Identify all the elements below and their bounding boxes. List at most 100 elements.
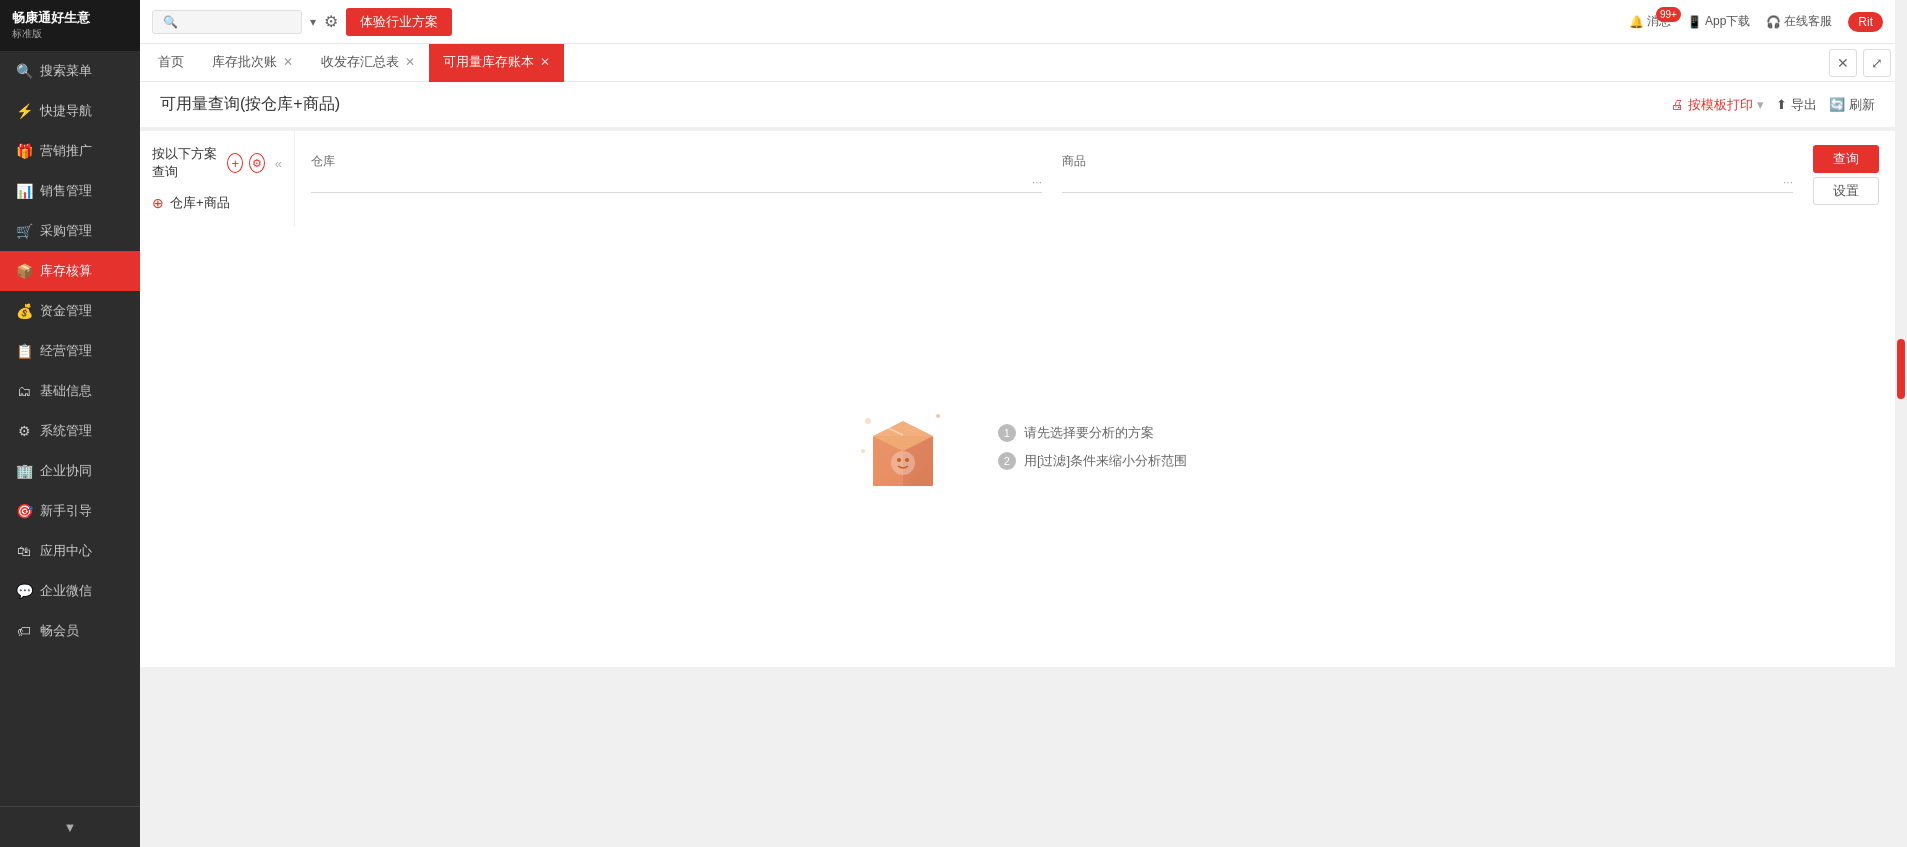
tag-icon: 🏷 [16, 623, 32, 639]
tab-close-icon[interactable]: ✕ [405, 55, 415, 69]
warehouse-more-icon[interactable]: ··· [1032, 175, 1042, 189]
scheme-settings-button[interactable]: ⚙ [249, 153, 265, 173]
right-filter-panel: 仓库 ··· 商品 ··· [295, 131, 1895, 227]
warehouse-input-wrap: ··· [311, 174, 1042, 193]
money-icon: 💰 [16, 303, 32, 319]
topbar-right: 🔔 消息 99+ 📱 App下载 🎧 在线客服 Rit [1629, 12, 1883, 32]
right-scrollbar [1895, 0, 1907, 847]
industry-button[interactable]: 体验行业方案 [346, 8, 452, 36]
sidebar-item-wechat[interactable]: 💬 企业微信 [0, 571, 140, 611]
query-scheme-label: 按以下方案查询 [152, 145, 221, 181]
product-label: 商品 [1062, 153, 1793, 170]
refresh-button[interactable]: 🔄 刷新 [1829, 96, 1875, 114]
product-input[interactable] [1062, 174, 1783, 189]
app-label: App下载 [1705, 13, 1750, 30]
topbar-dropdown[interactable]: ▾ [310, 15, 316, 29]
search-icon: 🔍 [163, 15, 178, 29]
target-icon: 🎯 [16, 503, 32, 519]
sidebar-scroll: 🔍 搜索菜单 ⚡ 快捷导航 🎁 营销推广 📊 销售管理 🛒 采购管理 📦 库存核… [0, 51, 140, 806]
sidebar-item-member[interactable]: 🏷 畅会员 [0, 611, 140, 651]
settings-button[interactable]: 设置 [1813, 177, 1879, 205]
page-header: 可用量查询(按仓库+商品) 🖨 按模板打印 ▾ ⬆ 导出 🔄 刷新 [140, 82, 1895, 127]
sidebar-item-basic[interactable]: 🗂 基础信息 [0, 371, 140, 411]
sidebar-item-label: 库存核算 [40, 262, 92, 280]
query-button[interactable]: 查询 [1813, 145, 1879, 173]
sidebar-item-label: 新手引导 [40, 502, 92, 520]
product-more-icon[interactable]: ··· [1783, 175, 1793, 189]
print-icon: 🖨 [1671, 97, 1684, 112]
topbar-search[interactable]: 🔍 [152, 10, 302, 34]
hint-text-1: 请先选择要分析的方案 [1024, 424, 1154, 442]
tab-label: 收发存汇总表 [321, 53, 399, 71]
svg-point-5 [891, 451, 915, 475]
svg-point-6 [897, 458, 901, 462]
tab-available-ledger[interactable]: 可用量库存账本 ✕ [429, 44, 564, 82]
sidebar-item-label: 基础信息 [40, 382, 92, 400]
sidebar-item-label: 营销推广 [40, 142, 92, 160]
tab-close-icon[interactable]: ✕ [283, 55, 293, 69]
collapse-icon[interactable]: « [275, 156, 282, 171]
left-scheme-panel: 按以下方案查询 + ⚙ « ⊕ 仓库+商品 [140, 131, 295, 227]
empty-hints: 1 请先选择要分析的方案 2 用[过滤]条件来缩小分析范围 [998, 424, 1187, 470]
sidebar-item-operation[interactable]: 📋 经营管理 [0, 331, 140, 371]
gift-icon: 🎁 [16, 143, 32, 159]
empty-state-area: 1 请先选择要分析的方案 2 用[过滤]条件来缩小分析范围 [140, 227, 1895, 667]
customer-service-button[interactable]: 🎧 在线客服 [1766, 13, 1832, 30]
template-print-button[interactable]: 🖨 按模板打印 ▾ [1671, 96, 1764, 114]
tab-batch-ledger[interactable]: 库存批次账 ✕ [198, 44, 307, 82]
sidebar-item-label: 资金管理 [40, 302, 92, 320]
sidebar-header: 畅康通好生意 标准版 [0, 0, 140, 51]
sidebar-item-app-center[interactable]: 🛍 应用中心 [0, 531, 140, 571]
sidebar-item-enterprise[interactable]: 🏢 企业协同 [0, 451, 140, 491]
sidebar-item-sales[interactable]: 📊 销售管理 [0, 171, 140, 211]
empty-state-content: 1 请先选择要分析的方案 2 用[过滤]条件来缩小分析范围 [848, 391, 1187, 504]
app-download-button[interactable]: 📱 App下载 [1687, 13, 1750, 30]
tab-label: 首页 [158, 53, 184, 71]
tab-label: 库存批次账 [212, 53, 277, 71]
template-print-label: 按模板打印 [1688, 96, 1753, 114]
close-tab-button[interactable]: ✕ [1829, 49, 1857, 77]
scrollbar-thumb[interactable] [1897, 339, 1905, 399]
phone-icon: 📱 [1687, 15, 1702, 29]
sidebar-item-label: 快捷导航 [40, 102, 92, 120]
combined-panel: 按以下方案查询 + ⚙ « ⊕ 仓库+商品 仓库 [140, 131, 1895, 227]
tabs-bar: 首页 库存批次账 ✕ 收发存汇总表 ✕ 可用量库存账本 ✕ ✕ ⤢ [140, 44, 1895, 82]
add-scheme-button[interactable]: + [227, 153, 243, 173]
sidebar-item-inventory[interactable]: 📦 库存核算 [0, 251, 140, 291]
box-icon: 📦 [16, 263, 32, 279]
hint-number-1: 1 [998, 424, 1016, 442]
message-button[interactable]: 🔔 消息 99+ [1629, 13, 1671, 30]
sidebar-item-finance[interactable]: 💰 资金管理 [0, 291, 140, 331]
sidebar-item-marketing[interactable]: 🎁 营销推广 [0, 131, 140, 171]
tab-home[interactable]: 首页 [144, 44, 198, 82]
scheme-item-warehouse-product[interactable]: ⊕ 仓库+商品 [140, 187, 294, 219]
hint-text-2: 用[过滤]条件来缩小分析范围 [1024, 452, 1187, 470]
cart-icon: 🛒 [16, 223, 32, 239]
svg-point-9 [936, 414, 940, 418]
chart-icon: 📊 [16, 183, 32, 199]
bell-icon: 🔔 [1629, 15, 1644, 29]
folder-icon: 🗂 [16, 383, 32, 399]
sidebar-scroll-down[interactable]: ▼ [0, 815, 140, 839]
sidebar-item-system[interactable]: ⚙ 系统管理 [0, 411, 140, 451]
lsp-header: 按以下方案查询 + ⚙ « [140, 139, 294, 187]
sidebar-item-purchase[interactable]: 🛒 采购管理 [0, 211, 140, 251]
export-button[interactable]: ⬆ 导出 [1776, 96, 1817, 114]
product-field: 商品 ··· [1062, 153, 1793, 193]
filter-row: 仓库 ··· 商品 ··· [311, 141, 1879, 205]
tab-label: 可用量库存账本 [443, 53, 534, 71]
hint-item-1: 1 请先选择要分析的方案 [998, 424, 1187, 442]
tab-close-icon[interactable]: ✕ [540, 55, 550, 69]
building-icon: 🏢 [16, 463, 32, 479]
sidebar-item-quick-nav[interactable]: ⚡ 快捷导航 [0, 91, 140, 131]
page-title: 可用量查询(按仓库+商品) [160, 94, 340, 115]
topbar-gear-icon[interactable]: ⚙ [324, 12, 338, 31]
warehouse-input[interactable] [311, 174, 1032, 189]
sidebar-item-label: 企业协同 [40, 462, 92, 480]
maximize-button[interactable]: ⤢ [1863, 49, 1891, 77]
sidebar-item-search[interactable]: 🔍 搜索菜单 [0, 51, 140, 91]
user-avatar[interactable]: Rit [1848, 12, 1883, 32]
sidebar-item-guide[interactable]: 🎯 新手引导 [0, 491, 140, 531]
tab-recv-summary[interactable]: 收发存汇总表 ✕ [307, 44, 429, 82]
page-content: 可用量查询(按仓库+商品) 🖨 按模板打印 ▾ ⬆ 导出 🔄 刷新 [140, 82, 1895, 847]
